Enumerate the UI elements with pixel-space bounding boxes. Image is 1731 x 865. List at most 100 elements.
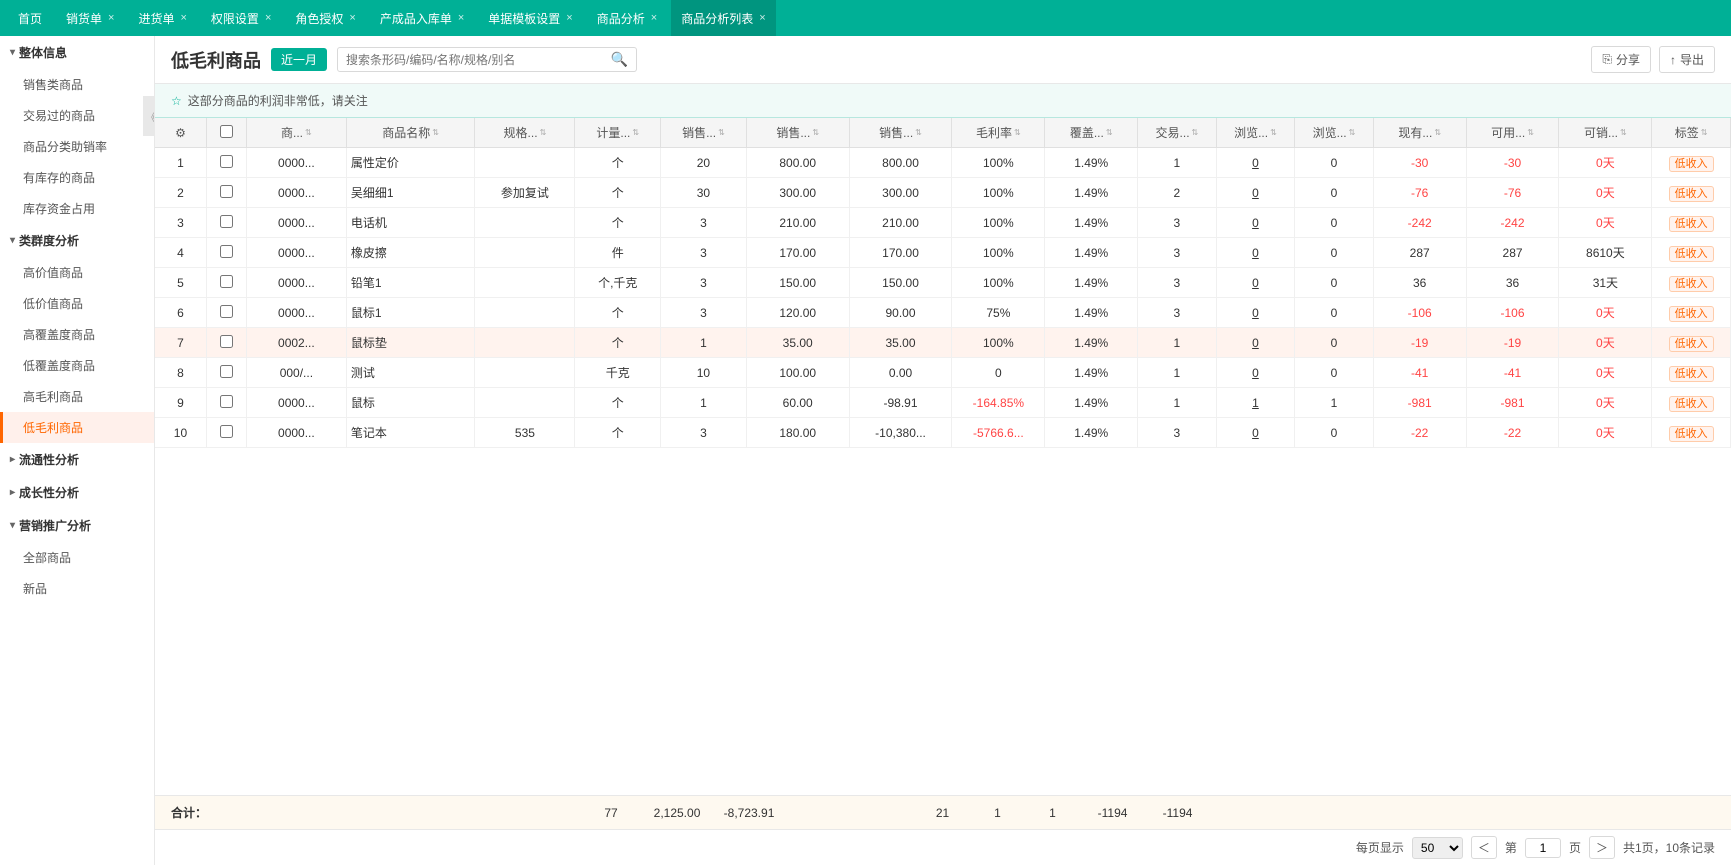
row-name[interactable]: 吴细细1 [346, 178, 475, 208]
view1-link[interactable]: 0 [1252, 366, 1259, 380]
sort-icon[interactable]: ⇅ [1014, 128, 1021, 137]
sidebar-item-low-value[interactable]: 低价值商品 [0, 288, 154, 319]
sort-icon[interactable]: ⇅ [718, 128, 725, 137]
sidebar-group-cluster[interactable]: ▾ 类群度分析 [0, 224, 154, 257]
row-view1[interactable]: 0 [1216, 358, 1295, 388]
nav-product-analysis-list[interactable]: 商品分析列表 × [671, 0, 775, 36]
sidebar-item-stock-capital[interactable]: 库存资金占用 [0, 193, 154, 224]
nav-purchase-order[interactable]: 进货单 × [128, 0, 196, 36]
filter-button[interactable]: 近一月 [271, 48, 327, 71]
row-view1[interactable]: 0 [1216, 418, 1295, 448]
th-tag[interactable]: 标签⇅ [1652, 118, 1731, 148]
th-sales-amt[interactable]: 销售...⇅ [746, 118, 849, 148]
prev-page-button[interactable]: ＜ [1471, 836, 1497, 859]
sidebar-item-high-margin[interactable]: 高毛利商品 [0, 381, 154, 412]
th-code[interactable]: 商...⇅ [246, 118, 346, 148]
search-icon[interactable]: 🔍 [611, 51, 628, 68]
row-view1[interactable]: 0 [1216, 178, 1295, 208]
row-name[interactable]: 橡皮擦 [346, 238, 475, 268]
row-view1[interactable]: 0 [1216, 208, 1295, 238]
row-name[interactable]: 属性定价 [346, 148, 475, 178]
close-icon[interactable]: × [108, 12, 114, 24]
row-checkbox[interactable] [220, 215, 233, 228]
row-name[interactable]: 鼠标 [346, 388, 475, 418]
close-icon[interactable]: × [180, 12, 186, 24]
sidebar-collapse-button[interactable]: 《 [143, 96, 155, 136]
sort-icon[interactable]: ⇅ [1106, 128, 1113, 137]
close-icon[interactable]: × [458, 12, 464, 24]
nav-home[interactable]: 首页 [8, 0, 52, 36]
export-button[interactable]: ↑ 导出 [1659, 46, 1715, 73]
close-icon[interactable]: × [566, 12, 572, 24]
nav-permission-settings[interactable]: 权限设置 × [201, 0, 281, 36]
close-icon[interactable]: × [265, 12, 271, 24]
nav-product-inbound[interactable]: 产成品入库单 × [370, 0, 474, 36]
sidebar-item-low-coverage[interactable]: 低覆盖度商品 [0, 350, 154, 381]
view1-link[interactable]: 0 [1252, 246, 1259, 260]
nav-product-analysis[interactable]: 商品分析 × [587, 0, 667, 36]
sort-icon[interactable]: ⇅ [1192, 128, 1199, 137]
row-name[interactable]: 鼠标1 [346, 298, 475, 328]
view1-link[interactable]: 1 [1252, 396, 1259, 410]
th-view1[interactable]: 浏览...⇅ [1216, 118, 1295, 148]
sidebar-item-high-coverage[interactable]: 高覆盖度商品 [0, 319, 154, 350]
row-checkbox[interactable] [220, 395, 233, 408]
view1-link[interactable]: 0 [1252, 186, 1259, 200]
th-trade[interactable]: 交易...⇅ [1138, 118, 1217, 148]
row-name[interactable]: 鼠标垫 [346, 328, 475, 358]
page-size-select[interactable]: 50 20 100 [1412, 837, 1463, 859]
th-spec[interactable]: 规格...⇅ [475, 118, 575, 148]
th-avail[interactable]: 可用...⇅ [1466, 118, 1559, 148]
row-view1[interactable]: 0 [1216, 238, 1295, 268]
th-sales-qty[interactable]: 销售...⇅ [661, 118, 747, 148]
row-name[interactable]: 测试 [346, 358, 475, 388]
row-view1[interactable]: 0 [1216, 298, 1295, 328]
row-view1[interactable]: 0 [1216, 328, 1295, 358]
sidebar-group-flow[interactable]: ▸ 流通性分析 [0, 443, 154, 476]
nav-role-auth[interactable]: 角色授权 × [285, 0, 365, 36]
sidebar-item-traded-goods[interactable]: 交易过的商品 [0, 100, 154, 131]
close-icon[interactable]: × [759, 12, 765, 24]
next-page-button[interactable]: ＞ [1589, 836, 1615, 859]
sidebar-group-growth[interactable]: ▸ 成长性分析 [0, 476, 154, 509]
sort-icon[interactable]: ⇅ [632, 128, 639, 137]
sidebar-item-sales-goods[interactable]: 销售类商品 [0, 69, 154, 100]
view1-link[interactable]: 0 [1252, 156, 1259, 170]
row-view1[interactable]: 1 [1216, 388, 1295, 418]
sort-icon[interactable]: ⇅ [1527, 128, 1534, 137]
row-name[interactable]: 电话机 [346, 208, 475, 238]
view1-link[interactable]: 0 [1252, 276, 1259, 290]
row-checkbox[interactable] [220, 155, 233, 168]
th-name[interactable]: 商品名称⇅ [346, 118, 475, 148]
view1-link[interactable]: 0 [1252, 216, 1259, 230]
sidebar-item-category-rate[interactable]: 商品分类助销率 [0, 131, 154, 162]
view1-link[interactable]: 0 [1252, 306, 1259, 320]
row-checkbox[interactable] [220, 275, 233, 288]
sidebar-group-marketing[interactable]: ▾ 营销推广分析 [0, 509, 154, 542]
settings-icon[interactable]: ⚙ [175, 126, 186, 140]
row-checkbox[interactable] [220, 245, 233, 258]
sort-icon[interactable]: ⇅ [305, 128, 312, 137]
sort-icon[interactable]: ⇅ [1349, 128, 1356, 137]
row-checkbox[interactable] [220, 305, 233, 318]
th-sales-gross[interactable]: 销售...⇅ [849, 118, 952, 148]
sort-icon[interactable]: ⇅ [540, 128, 547, 137]
sidebar-group-overall[interactable]: ▾ 整体信息 [0, 36, 154, 69]
th-unit[interactable]: 计量...⇅ [575, 118, 661, 148]
th-current[interactable]: 现有...⇅ [1373, 118, 1466, 148]
sort-icon[interactable]: ⇅ [812, 128, 819, 137]
row-name[interactable]: 笔记本 [346, 418, 475, 448]
sidebar-item-all-goods[interactable]: 全部商品 [0, 542, 154, 573]
close-icon[interactable]: × [349, 12, 355, 24]
select-all-checkbox[interactable] [220, 125, 233, 138]
th-view2[interactable]: 浏览...⇅ [1295, 118, 1374, 148]
sort-icon[interactable]: ⇅ [1270, 128, 1277, 137]
row-name[interactable]: 铅笔1 [346, 268, 475, 298]
row-checkbox[interactable] [220, 335, 233, 348]
row-checkbox[interactable] [220, 425, 233, 438]
th-saleable[interactable]: 可销...⇅ [1559, 118, 1652, 148]
sort-icon[interactable]: ⇅ [1434, 128, 1441, 137]
share-button[interactable]: ⎘ 分享 [1591, 46, 1651, 73]
sort-icon[interactable]: ⇅ [432, 128, 439, 137]
search-input[interactable] [346, 53, 605, 67]
